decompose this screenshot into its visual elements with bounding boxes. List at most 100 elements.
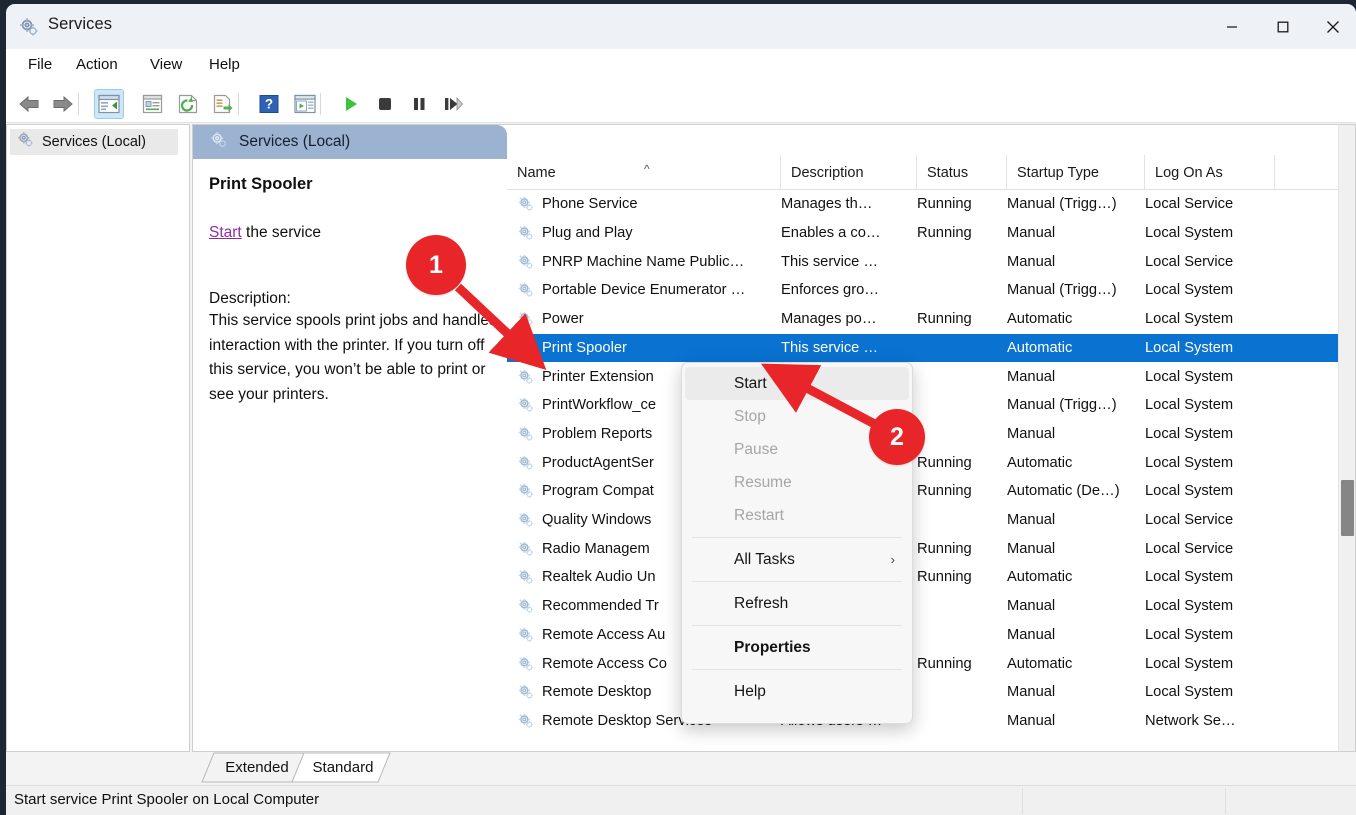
- show-hide-tree-icon[interactable]: [94, 89, 124, 119]
- service-name-label: Power: [542, 311, 584, 328]
- start-service-icon[interactable]: [336, 89, 366, 119]
- menu-item-help[interactable]: Help: [685, 675, 909, 708]
- cell-startup-type: Manual (Trigg…): [1007, 282, 1117, 299]
- menu-item-all-tasks[interactable]: All Tasks ›: [685, 543, 909, 576]
- menu-separator: [692, 581, 902, 582]
- column-header-name[interactable]: Name: [507, 155, 781, 190]
- annotation-marker-1: 1: [406, 235, 466, 295]
- forward-icon[interactable]: [48, 89, 78, 119]
- minimize-button[interactable]: [1209, 4, 1255, 49]
- cell-log-on-as: Local System: [1145, 339, 1234, 356]
- cell-startup-type: Manual: [1007, 368, 1056, 385]
- cell-service-name: Print Spooler: [517, 334, 779, 363]
- column-header-startup[interactable]: Startup Type: [1007, 155, 1145, 190]
- table-row[interactable]: Remote Access Co Running Automatic Local Sy…: [507, 649, 1340, 678]
- table-row[interactable]: Program Compat Running Automatic (De…) Loca…: [507, 477, 1340, 506]
- vertical-scrollbar[interactable]: [1338, 125, 1355, 751]
- cell-log-on-as: Local System: [1145, 225, 1234, 242]
- status-divider: [1225, 788, 1226, 814]
- cell-log-on-as: Local System: [1145, 684, 1234, 701]
- cell-status: [917, 247, 1017, 276]
- description-text: This service spools print jobs and handl…: [209, 312, 497, 403]
- service-name-label: ProductAgentSer: [542, 454, 654, 471]
- table-row[interactable]: ProductAgentSer Running Automatic Local Sys…: [507, 448, 1340, 477]
- table-row[interactable]: Portable Device Enumerator … Enforces gro…: [507, 276, 1340, 305]
- table-row[interactable]: Remote Desktop Manual Local System: [507, 678, 1340, 707]
- menu-file[interactable]: File: [24, 56, 56, 78]
- menu-item-resume: Resume: [685, 466, 909, 499]
- tab-standard[interactable]: Standard: [300, 752, 386, 782]
- menu-view[interactable]: View: [146, 56, 186, 78]
- column-header-description[interactable]: Description: [781, 155, 917, 190]
- service-name-label: Print Spooler: [542, 339, 627, 356]
- menu-separator: [692, 625, 902, 626]
- table-row[interactable]: Phone Service Manages th… Running Manual (T…: [507, 190, 1340, 219]
- cell-status: [917, 678, 1017, 707]
- table-row[interactable]: Printer Extension Manual Local System: [507, 362, 1340, 391]
- sidebar-item-services-local[interactable]: Services (Local): [10, 129, 178, 155]
- cell-status: Running: [917, 311, 972, 328]
- menu-item-refresh[interactable]: Refresh: [685, 587, 909, 620]
- services-gear-icon: [18, 16, 40, 38]
- service-name-label: Remote Access Co: [542, 655, 667, 672]
- table-row[interactable]: Radio Managem Running Manual Local Service: [507, 534, 1340, 563]
- scrollbar-thumb[interactable]: [1341, 480, 1354, 536]
- service-name-label: Printer Extension: [542, 368, 654, 385]
- close-button[interactable]: [1310, 4, 1356, 49]
- menu-item-properties[interactable]: Properties: [685, 631, 909, 664]
- help-icon[interactable]: ?: [254, 89, 284, 119]
- cell-log-on-as: Local System: [1145, 483, 1234, 500]
- menu-item-start[interactable]: Start: [685, 367, 909, 400]
- window-controls: [1209, 4, 1356, 49]
- show-console-icon[interactable]: [290, 89, 320, 119]
- cell-service-name: Plug and Play: [517, 219, 779, 248]
- cell-status: Running: [917, 225, 972, 242]
- column-header-logon[interactable]: Log On As: [1145, 155, 1275, 190]
- cell-startup-type: Manual (Trigg…): [1007, 397, 1117, 414]
- pause-service-icon[interactable]: [404, 89, 434, 119]
- table-row[interactable]: Remote Desktop ServicesAllows users …Man…: [507, 707, 1340, 736]
- cell-startup-type: Manual: [1007, 253, 1056, 270]
- export-list-icon[interactable]: [208, 89, 238, 119]
- menu-help[interactable]: Help: [205, 56, 244, 78]
- list-header-row: ^ Name Description Status Startup Type L…: [507, 155, 1340, 190]
- table-row[interactable]: Quality Windows Manual Local Service: [507, 506, 1340, 535]
- table-row[interactable]: Recommended Tr Manual Local System: [507, 592, 1340, 621]
- cell-log-on-as: Local System: [1145, 454, 1234, 471]
- cell-startup-type: Manual: [1007, 626, 1056, 643]
- table-row[interactable]: Realtek Audio Un Running Automatic Local Sy…: [507, 563, 1340, 592]
- menu-item-label: Restart: [734, 506, 784, 524]
- restart-service-icon[interactable]: [438, 89, 468, 119]
- table-row[interactable]: Print Spooler This service … Automatic Loca…: [507, 333, 1340, 363]
- cell-status: [917, 621, 1017, 650]
- menu-action[interactable]: Action: [72, 56, 122, 78]
- back-icon[interactable]: [14, 89, 44, 119]
- cell-startup-type: Automatic: [1007, 569, 1073, 586]
- start-service-link[interactable]: Start: [209, 224, 242, 241]
- column-header-status[interactable]: Status: [917, 155, 1007, 190]
- table-row[interactable]: Power Manages po… Running Automatic Local Sy…: [507, 305, 1340, 334]
- table-row[interactable]: PrintWorkflow_ce Manual (Trigg…) Local Sys…: [507, 391, 1340, 420]
- table-row[interactable]: Plug and Play Enables a co… Running Manual L…: [507, 219, 1340, 248]
- cell-log-on-as: Local Service: [1145, 196, 1234, 213]
- cell-description: Manages th…: [781, 196, 873, 213]
- cell-service-name: Portable Device Enumerator …: [517, 276, 779, 305]
- properties-icon[interactable]: [138, 89, 168, 119]
- cell-startup-type: Automatic: [1007, 339, 1073, 356]
- table-row[interactable]: PNRP Machine Name Public… This service … M…: [507, 247, 1340, 276]
- table-row[interactable]: Remote Access Au Manual Local System: [507, 621, 1340, 650]
- services-gear-icon: [16, 130, 35, 154]
- cell-log-on-as: Local System: [1145, 626, 1234, 643]
- service-name-label: Quality Windows: [542, 512, 652, 529]
- cell-status: Running: [917, 196, 972, 213]
- cell-log-on-as: Network Se…: [1145, 712, 1236, 729]
- panel-header-label: Services (Local): [239, 133, 351, 150]
- toolbar-separator: [320, 93, 321, 115]
- tab-extended[interactable]: Extended: [214, 752, 300, 782]
- stop-service-icon[interactable]: [370, 89, 400, 119]
- cell-startup-type: Automatic (De…): [1007, 483, 1120, 500]
- sidebar-item-label: Services (Local): [42, 134, 146, 150]
- maximize-button[interactable]: [1260, 4, 1306, 49]
- refresh-icon[interactable]: [173, 89, 203, 119]
- menu-separator: [692, 669, 902, 670]
